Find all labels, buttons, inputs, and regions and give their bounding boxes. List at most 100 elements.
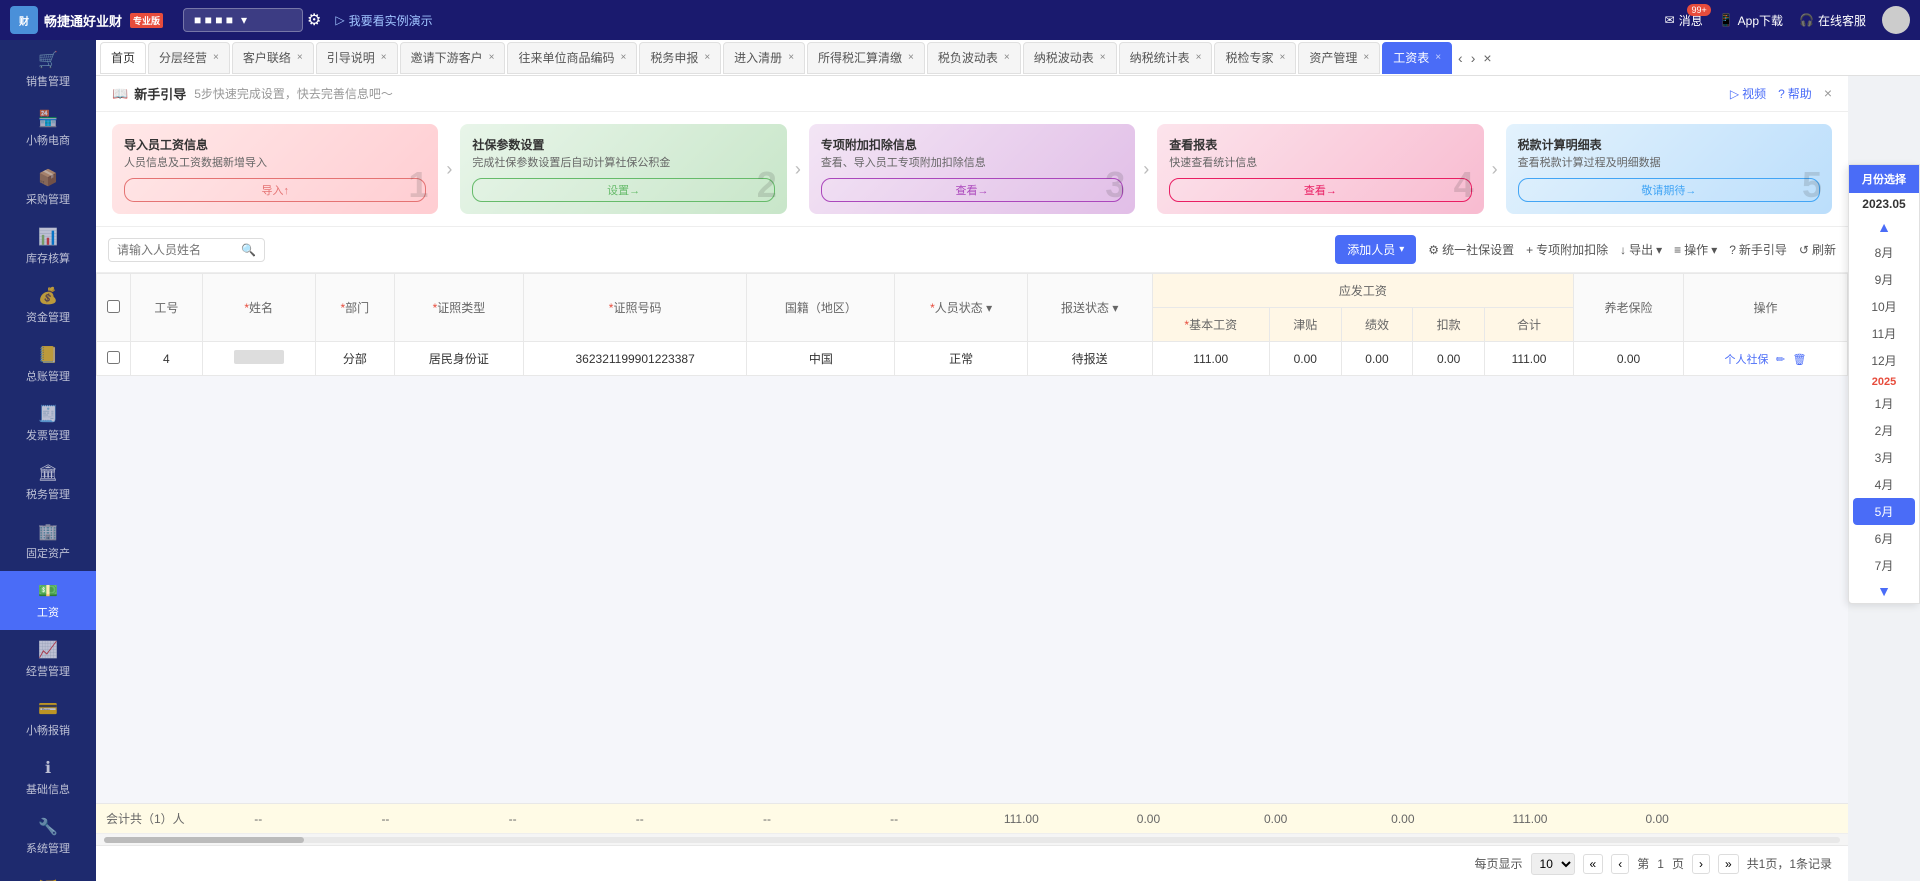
month-8[interactable]: 8月 bbox=[1849, 239, 1919, 266]
tab-income-tax[interactable]: 所得税汇算清缴 × bbox=[807, 42, 925, 74]
month-down-button[interactable]: ▼ bbox=[1873, 583, 1895, 599]
guide-close-button[interactable]: × bbox=[1824, 85, 1832, 102]
edit-icon[interactable]: ✏ bbox=[1776, 354, 1785, 366]
tab-tax-expert[interactable]: 税检专家 × bbox=[1214, 42, 1296, 74]
last-page-button[interactable]: » bbox=[1718, 854, 1739, 874]
refresh-button[interactable]: ↺ 刷新 bbox=[1799, 241, 1836, 258]
tab-guide-desc[interactable]: 引导说明 × bbox=[316, 42, 398, 74]
tab-layered-close[interactable]: × bbox=[213, 52, 219, 63]
month-12[interactable]: 12月 bbox=[1849, 347, 1919, 374]
scrollbar-thumb[interactable] bbox=[104, 837, 304, 843]
prev-page-button[interactable]: ‹ bbox=[1611, 854, 1629, 874]
month-10[interactable]: 10月 bbox=[1849, 293, 1919, 320]
delete-icon[interactable]: 🗑 bbox=[1792, 354, 1806, 366]
tab-layered[interactable]: 分层经营 × bbox=[148, 42, 230, 74]
month-4[interactable]: 4月 bbox=[1849, 471, 1919, 498]
tab-next-button[interactable]: › bbox=[1467, 50, 1480, 66]
report-filter-icon[interactable]: ▾ bbox=[1112, 301, 1118, 315]
sidebar-item-collab[interactable]: 🤝 企业协同 bbox=[0, 866, 96, 881]
tab-product-code-close[interactable]: × bbox=[620, 52, 626, 63]
online-service-button[interactable]: 🎧 在线客服 bbox=[1799, 12, 1866, 29]
tab-clear[interactable]: 进入清册 × bbox=[723, 42, 805, 74]
tab-guide-desc-close[interactable]: × bbox=[381, 52, 387, 63]
month-1[interactable]: 1月 bbox=[1849, 390, 1919, 417]
tab-clear-close[interactable]: × bbox=[788, 52, 794, 63]
tab-invite[interactable]: 邀请下游客户 × bbox=[400, 42, 506, 74]
month-3[interactable]: 3月 bbox=[1849, 444, 1919, 471]
sidebar-item-ledger[interactable]: 📒 总账管理 bbox=[0, 335, 96, 394]
step-4-card: 查看报表 快速查看统计信息 查看→ 4 bbox=[1157, 124, 1483, 214]
tab-tax-wave-close[interactable]: × bbox=[1004, 52, 1010, 63]
step-2-button[interactable]: 设置→ bbox=[472, 178, 774, 202]
new-guide-button[interactable]: ? 新手引导 bbox=[1729, 241, 1787, 258]
tab-assets-mgmt-close[interactable]: × bbox=[1363, 52, 1369, 63]
app-download-button[interactable]: 📱 App下载 bbox=[1719, 12, 1783, 29]
sidebar-item-inventory[interactable]: 📊 库存核算 bbox=[0, 217, 96, 276]
month-9[interactable]: 9月 bbox=[1849, 266, 1919, 293]
tab-crm[interactable]: 客户联络 × bbox=[232, 42, 314, 74]
step-4-button[interactable]: 查看→ bbox=[1169, 178, 1471, 202]
tab-invite-close[interactable]: × bbox=[489, 52, 495, 63]
tab-income-tax-close[interactable]: × bbox=[908, 52, 914, 63]
tab-payroll[interactable]: 工资表 × bbox=[1382, 42, 1452, 74]
tab-close-all-button[interactable]: × bbox=[1479, 50, 1495, 66]
tab-tax-report[interactable]: 税务申报 × bbox=[639, 42, 721, 74]
per-page-select[interactable]: 10 20 50 bbox=[1531, 853, 1575, 875]
next-page-button[interactable]: › bbox=[1692, 854, 1710, 874]
sidebar-item-basic-info[interactable]: ℹ 基础信息 bbox=[0, 748, 96, 807]
tab-product-code[interactable]: 往来单位商品编码 × bbox=[507, 42, 637, 74]
month-2[interactable]: 2月 bbox=[1849, 417, 1919, 444]
sidebar-item-system[interactable]: 🔧 系统管理 bbox=[0, 807, 96, 866]
tab-tax-stat-close[interactable]: × bbox=[1196, 52, 1202, 63]
sidebar-item-tax[interactable]: 🏛 税务管理 bbox=[0, 453, 96, 512]
sidebar-item-assets[interactable]: 🏢 固定资产 bbox=[0, 512, 96, 571]
status-filter-icon[interactable]: ▾ bbox=[986, 301, 992, 315]
tab-tax-wave2[interactable]: 纳税波动表 × bbox=[1023, 42, 1117, 74]
social-security-settings-button[interactable]: ⚙ 统一社保设置 bbox=[1428, 241, 1514, 258]
tab-tax-wave2-close[interactable]: × bbox=[1100, 52, 1106, 63]
sidebar-item-sales[interactable]: 🛒 销售管理 bbox=[0, 40, 96, 99]
first-page-button[interactable]: « bbox=[1583, 854, 1604, 874]
month-up-button[interactable]: ▲ bbox=[1873, 219, 1895, 235]
tab-tax-report-close[interactable]: × bbox=[704, 52, 710, 63]
step-1-button[interactable]: 导入↑ bbox=[124, 178, 426, 202]
sidebar-item-expense[interactable]: 💳 小畅报销 bbox=[0, 689, 96, 748]
user-avatar[interactable] bbox=[1882, 6, 1910, 34]
horizontal-scrollbar[interactable] bbox=[96, 833, 1848, 845]
tab-tax-stat[interactable]: 纳税统计表 × bbox=[1119, 42, 1213, 74]
help-link[interactable]: ? 帮助 bbox=[1778, 85, 1812, 102]
row-checkbox[interactable] bbox=[107, 351, 120, 364]
tab-home[interactable]: 首页 bbox=[100, 42, 146, 74]
step-3-button[interactable]: 查看→ bbox=[821, 178, 1123, 202]
tab-payroll-close[interactable]: × bbox=[1435, 52, 1441, 63]
sidebar-item-payroll[interactable]: 💵 工资 bbox=[0, 571, 96, 630]
sidebar-item-ecommerce[interactable]: 🏪 小畅电商 bbox=[0, 99, 96, 158]
tab-crm-close[interactable]: × bbox=[297, 52, 303, 63]
video-link[interactable]: ▷ 视频 bbox=[1730, 85, 1766, 102]
demo-link[interactable]: ▷ 我要看实例演示 bbox=[335, 12, 432, 29]
operations-button[interactable]: ≡ 操作 ▾ bbox=[1674, 241, 1717, 258]
select-all-checkbox[interactable] bbox=[107, 300, 120, 313]
settings-button[interactable]: ⚙ bbox=[303, 6, 325, 34]
add-person-button[interactable]: 添加人员 ▾ bbox=[1335, 235, 1416, 264]
search-input[interactable] bbox=[117, 243, 237, 257]
sidebar-item-finance[interactable]: 💰 资金管理 bbox=[0, 276, 96, 335]
sidebar-item-operations[interactable]: 📈 经营管理 bbox=[0, 630, 96, 689]
sidebar-item-purchase[interactable]: 📦 采购管理 bbox=[0, 158, 96, 217]
tab-tax-expert-close[interactable]: × bbox=[1279, 52, 1285, 63]
export-button[interactable]: ↓ 导出 ▾ bbox=[1620, 241, 1662, 258]
month-6[interactable]: 6月 bbox=[1849, 525, 1919, 552]
personal-social-insurance-link[interactable]: 个人社保 bbox=[1725, 354, 1769, 366]
tab-assets-mgmt[interactable]: 资产管理 × bbox=[1298, 42, 1380, 74]
tab-tax-wave[interactable]: 税负波动表 × bbox=[927, 42, 1021, 74]
month-7[interactable]: 7月 bbox=[1849, 552, 1919, 579]
sidebar-item-invoice[interactable]: 🧾 发票管理 bbox=[0, 394, 96, 453]
company-selector[interactable]: ■ ■ ■ ■ ▾ bbox=[183, 8, 303, 32]
message-button[interactable]: ✉ 消息 99+ bbox=[1665, 12, 1703, 29]
month-5[interactable]: 5月 bbox=[1853, 498, 1915, 525]
step-5-button[interactable]: 敬请期待→ bbox=[1518, 178, 1820, 202]
search-box[interactable]: 🔍 bbox=[108, 238, 265, 262]
tab-prev-button[interactable]: ‹ bbox=[1454, 50, 1467, 66]
special-deduction-button[interactable]: + 专项附加扣除 bbox=[1526, 241, 1608, 258]
month-11[interactable]: 11月 bbox=[1849, 320, 1919, 347]
